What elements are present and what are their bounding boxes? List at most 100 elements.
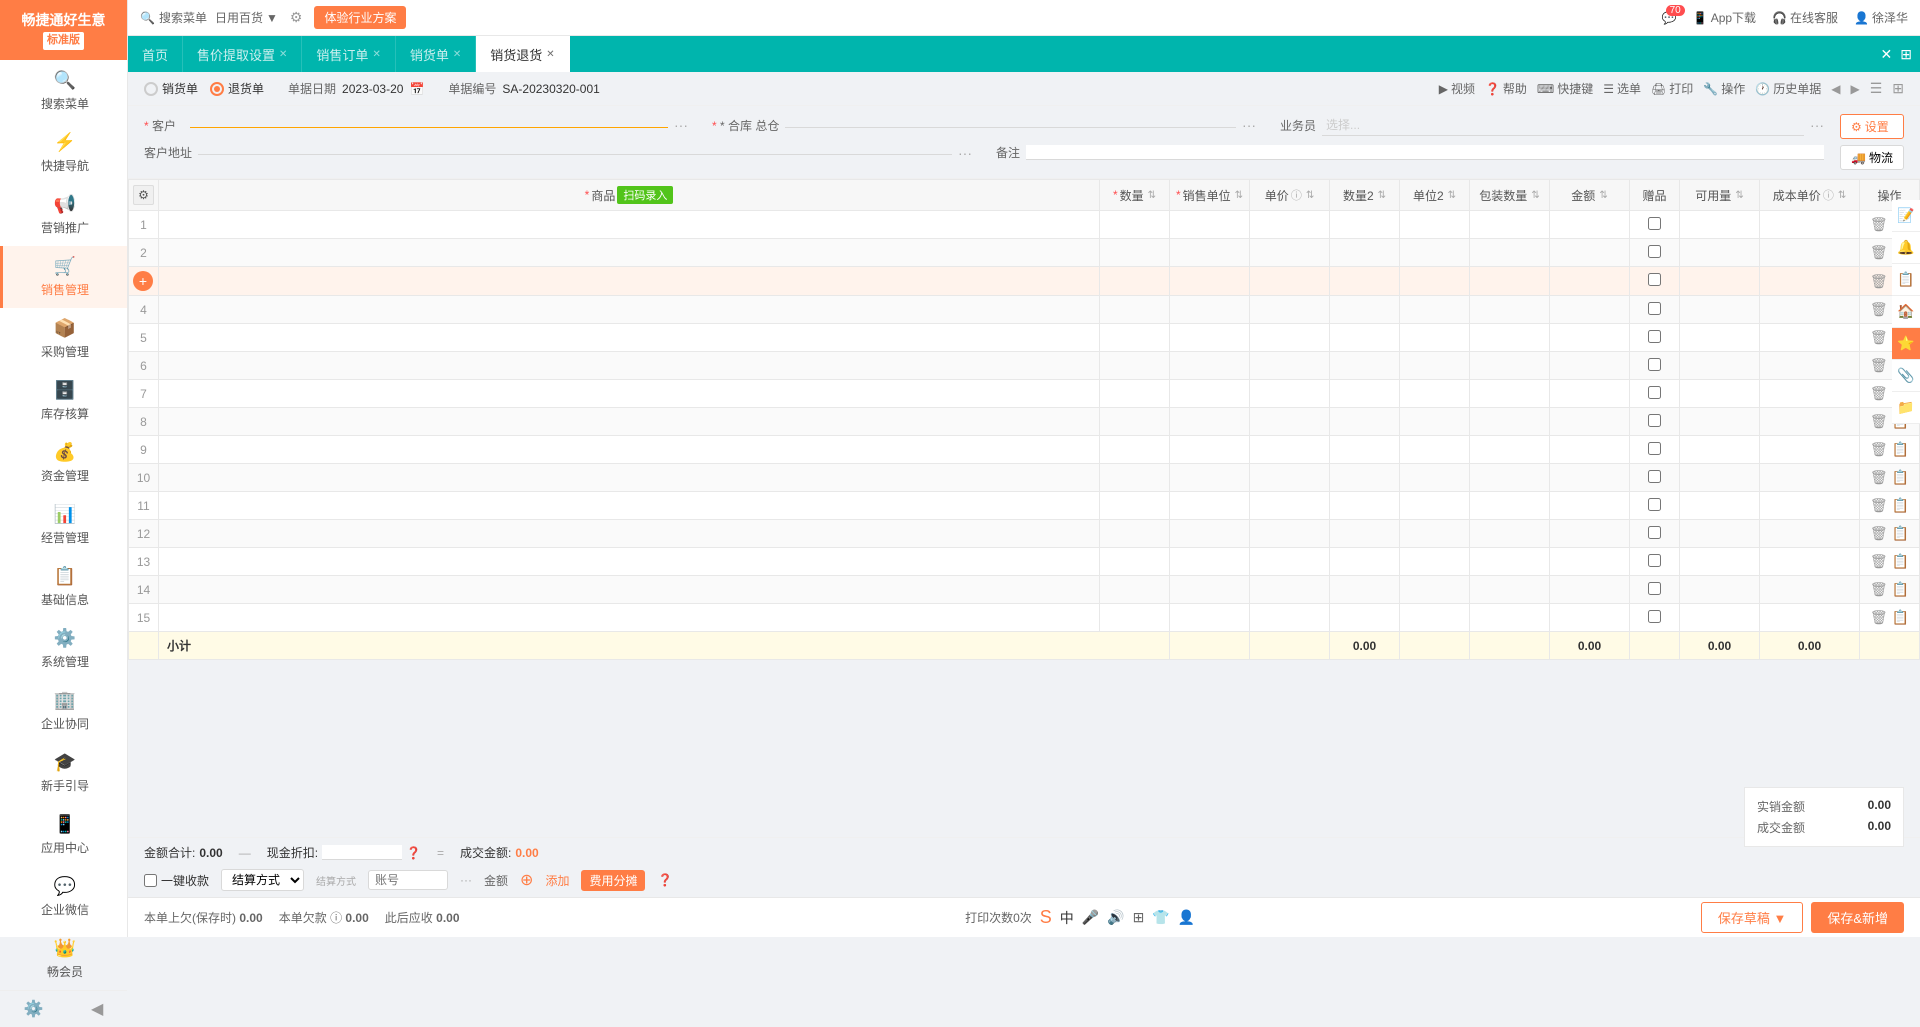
unit-cell[interactable]: [1170, 408, 1250, 436]
unit-cell[interactable]: [1170, 604, 1250, 632]
copy-row-icon[interactable]: 📋: [1892, 553, 1909, 570]
price-cell[interactable]: [1250, 604, 1330, 632]
tab-sales-delivery[interactable]: 销货单 ✕: [396, 36, 476, 72]
qty2-cell[interactable]: [1330, 380, 1400, 408]
gift-checkbox[interactable]: [1648, 330, 1661, 343]
delete-row-icon[interactable]: 🗑: [1870, 329, 1888, 346]
unit-cell[interactable]: [1170, 464, 1250, 492]
payment-method-select[interactable]: 结算方式: [221, 869, 304, 891]
pkg-cell[interactable]: [1470, 352, 1550, 380]
unit-cell[interactable]: [1170, 492, 1250, 520]
amount-sort-icon[interactable]: ⇅: [1599, 190, 1607, 201]
delete-row-icon[interactable]: 🗑: [1870, 216, 1888, 233]
price-cell[interactable]: [1250, 324, 1330, 352]
qty-cell[interactable]: [1100, 436, 1170, 464]
unit-cell[interactable]: [1170, 239, 1250, 267]
qty-cell[interactable]: [1100, 464, 1170, 492]
unit2-cell[interactable]: [1400, 408, 1470, 436]
unit-cell[interactable]: [1170, 520, 1250, 548]
goods-cell[interactable]: [159, 548, 1100, 576]
warehouse-dots[interactable]: ···: [1242, 117, 1256, 133]
goods-cell[interactable]: [159, 296, 1100, 324]
qty2-cell[interactable]: [1330, 604, 1400, 632]
save-new-btn[interactable]: 保存&新增: [1811, 902, 1904, 933]
gift-checkbox[interactable]: [1648, 386, 1661, 399]
gift-checkbox[interactable]: [1648, 498, 1661, 511]
pkg-cell[interactable]: [1470, 548, 1550, 576]
delete-row-icon[interactable]: 🗑: [1870, 525, 1888, 542]
cost-price-cell[interactable]: [1760, 380, 1860, 408]
qty2-cell[interactable]: [1330, 352, 1400, 380]
toolbar-select[interactable]: ☰ 选单: [1603, 80, 1641, 97]
price-cell[interactable]: [1250, 576, 1330, 604]
agent-input[interactable]: 选择...: [1322, 114, 1804, 136]
next-doc-icon[interactable]: ▶: [1850, 82, 1859, 96]
side-panel-clipboard[interactable]: 📋: [1892, 264, 1920, 296]
pkg-cell[interactable]: [1470, 211, 1550, 239]
sidebar-item-member[interactable]: 👑 畅会员: [0, 928, 127, 990]
pkg-cell[interactable]: [1470, 576, 1550, 604]
gift-cell[interactable]: [1630, 492, 1680, 520]
sidebar-item-quick-nav[interactable]: ⚡ 快捷导航: [0, 122, 127, 184]
goods-cell[interactable]: [159, 408, 1100, 436]
pkg-cell[interactable]: [1470, 324, 1550, 352]
pkg-cell[interactable]: [1470, 239, 1550, 267]
side-panel-folder[interactable]: 📁: [1892, 392, 1920, 424]
qty-cell[interactable]: [1100, 548, 1170, 576]
delete-row-icon[interactable]: 🗑: [1870, 609, 1888, 626]
tab-layout-icon[interactable]: ⊞: [1900, 46, 1912, 63]
goods-cell[interactable]: [159, 211, 1100, 239]
unit2-cell[interactable]: [1400, 324, 1470, 352]
gift-checkbox[interactable]: [1648, 358, 1661, 371]
qty2-cell[interactable]: [1330, 267, 1400, 296]
tab-close-all-icon[interactable]: ✕: [1881, 46, 1893, 63]
qty-cell[interactable]: [1100, 239, 1170, 267]
qty2-cell[interactable]: [1330, 296, 1400, 324]
agent-dots[interactable]: ···: [1810, 117, 1824, 133]
pkg-cell[interactable]: [1470, 604, 1550, 632]
available-cell[interactable]: [1680, 436, 1760, 464]
copy-row-icon[interactable]: 📋: [1892, 469, 1909, 486]
goods-cell[interactable]: [159, 436, 1100, 464]
settings-btn[interactable]: ⚙ 设置: [1840, 114, 1904, 139]
sidebar-item-appstore[interactable]: 📱 应用中心: [0, 804, 127, 866]
sidebar-item-enterprise[interactable]: 🏢 企业协同: [0, 680, 127, 742]
toolbar-shortcut[interactable]: ⌨ 快捷键: [1537, 80, 1593, 97]
price-cell[interactable]: [1250, 436, 1330, 464]
account-ellipsis[interactable]: ···: [460, 873, 472, 887]
gift-cell[interactable]: [1630, 436, 1680, 464]
qty2-cell[interactable]: [1330, 520, 1400, 548]
side-panel-bell[interactable]: 🔔: [1892, 232, 1920, 264]
gift-cell[interactable]: [1630, 464, 1680, 492]
cost-price-cell[interactable]: [1760, 492, 1860, 520]
qty-cell[interactable]: [1100, 520, 1170, 548]
address-dots[interactable]: ···: [958, 145, 972, 161]
user-menu[interactable]: 👤 徐泽华: [1854, 9, 1908, 26]
toolbar-history[interactable]: 🕐 历史单据: [1755, 80, 1821, 97]
side-panel-star[interactable]: ⭐: [1892, 328, 1920, 360]
unit-cell[interactable]: [1170, 211, 1250, 239]
pkg-cell[interactable]: [1470, 436, 1550, 464]
qty-cell[interactable]: [1100, 267, 1170, 296]
sidebar-item-base[interactable]: 📋 基础信息: [0, 556, 127, 618]
gift-checkbox[interactable]: [1648, 554, 1661, 567]
available-cell[interactable]: [1680, 296, 1760, 324]
gift-cell[interactable]: [1630, 548, 1680, 576]
sidebar-item-inventory[interactable]: 🗄️ 库存核算: [0, 370, 127, 432]
unit2-cell[interactable]: [1400, 267, 1470, 296]
gift-checkbox[interactable]: [1648, 245, 1661, 258]
available-cell[interactable]: [1680, 604, 1760, 632]
pkg-cell[interactable]: [1470, 296, 1550, 324]
gift-checkbox[interactable]: [1648, 217, 1661, 230]
available-cell[interactable]: [1680, 464, 1760, 492]
scan-entry-btn[interactable]: 扫码录入: [617, 186, 673, 204]
available-cell[interactable]: [1680, 576, 1760, 604]
gift-checkbox[interactable]: [1648, 610, 1661, 623]
unit2-cell[interactable]: [1400, 464, 1470, 492]
amount-cell[interactable]: [1550, 604, 1630, 632]
logistics-btn[interactable]: 🚚 物流: [1840, 145, 1904, 170]
side-panel-paperclip[interactable]: 📎: [1892, 360, 1920, 392]
delete-row-icon[interactable]: 🗑: [1870, 497, 1888, 514]
copy-row-icon[interactable]: 📋: [1892, 441, 1909, 458]
amount-cell[interactable]: [1550, 267, 1630, 296]
